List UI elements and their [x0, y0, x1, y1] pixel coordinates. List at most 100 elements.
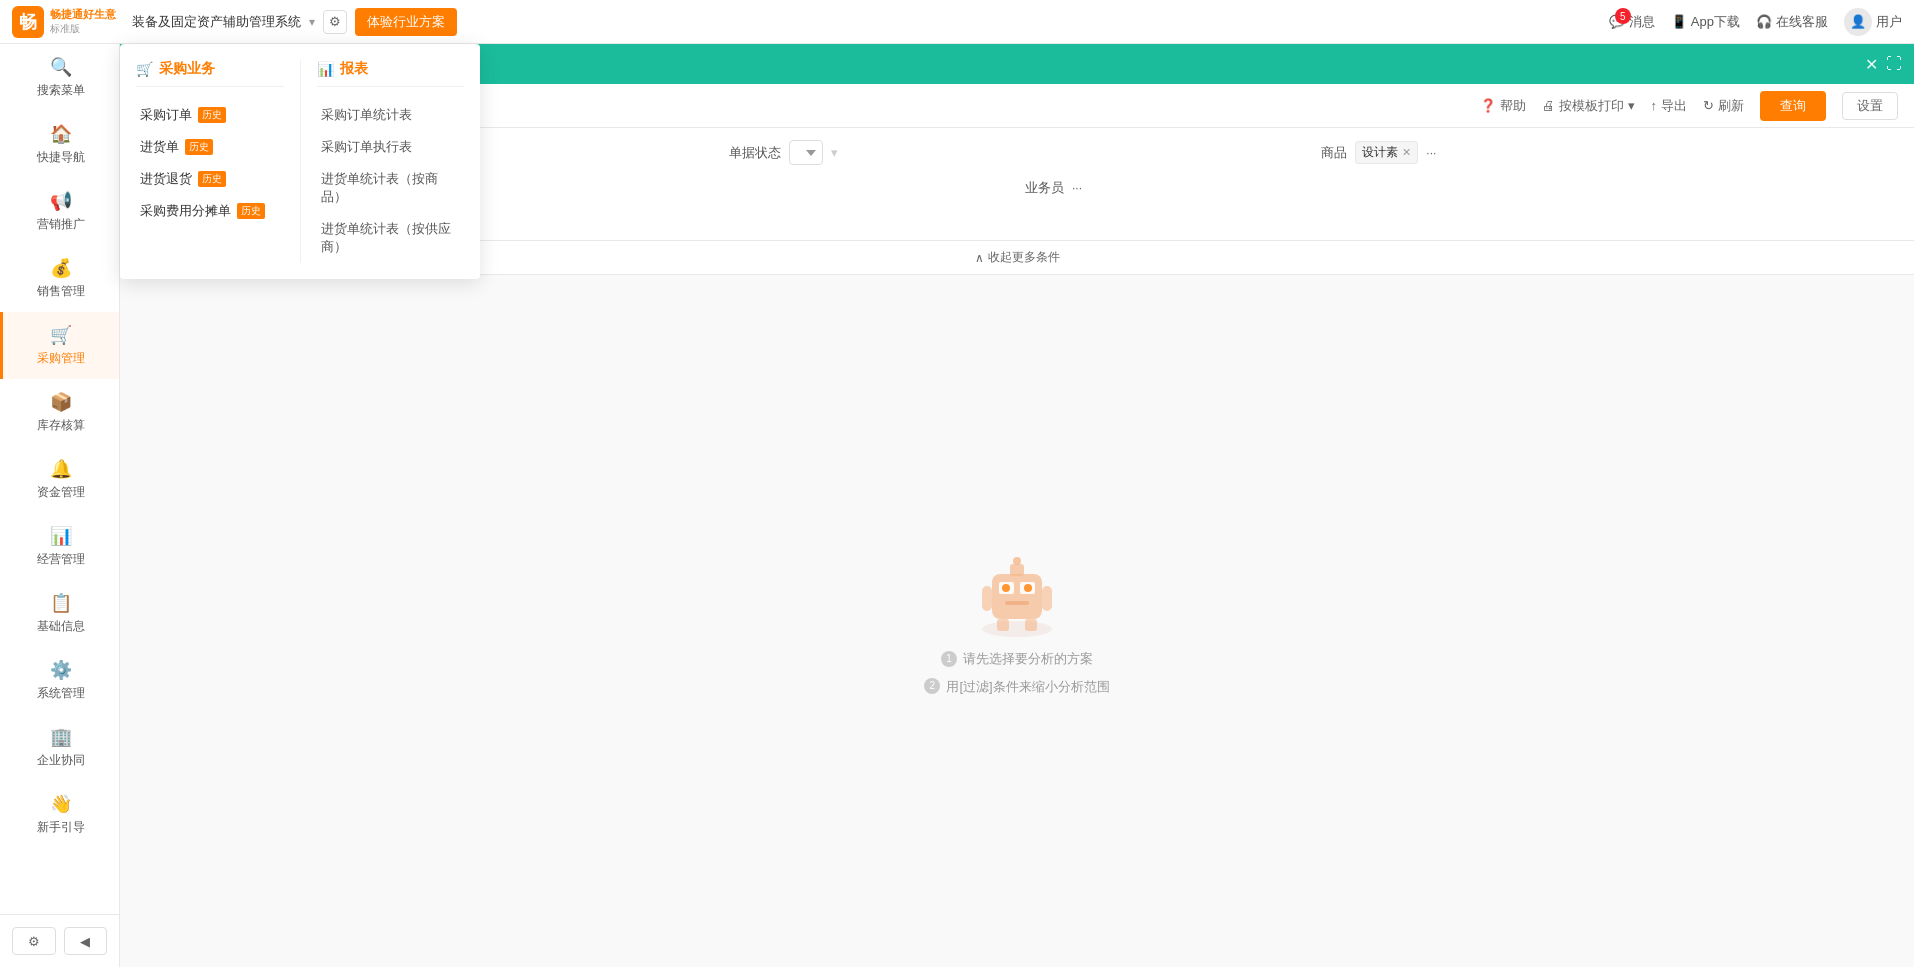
order-status-label: 单据状态 [729, 144, 781, 162]
menu-item-incoming-stats-goods[interactable]: 进货单统计表（按商品） [317, 163, 465, 213]
menu-item-purchase-order-stats[interactable]: 采购订单统计表 [317, 99, 465, 131]
sidebar-item-purchase[interactable]: 🛒 采购管理 [0, 312, 119, 379]
goods-tag-value: 设计素 [1362, 144, 1398, 161]
sidebar-item-sales[interactable]: 💰 销售管理 [0, 245, 119, 312]
svg-point-5 [1024, 584, 1032, 592]
purchase-order-history-badge: 历史 [198, 107, 226, 123]
help-label: 帮助 [1500, 97, 1526, 115]
sidebar-item-marketing[interactable]: 📢 营销推广 [0, 178, 119, 245]
app-download-action[interactable]: 📱 App下载 [1671, 13, 1740, 31]
menu-item-label-purchase-order: 采购订单 [140, 106, 192, 124]
svg-rect-10 [1042, 586, 1052, 611]
menu-item-purchase-expense[interactable]: 采购费用分摊单 历史 [136, 195, 284, 227]
collapse-label: 收起更多条件 [988, 249, 1060, 266]
purchase-col-title-text: 采购业务 [159, 60, 215, 78]
menu-item-purchase-order-exec[interactable]: 采购订单执行表 [317, 131, 465, 163]
sidebar-item-label-finance: 资金管理 [37, 484, 85, 501]
user-avatar: 👤 [1844, 8, 1872, 36]
finance-icon: 🔔 [50, 458, 72, 480]
tab-expand-btn[interactable]: ⛶ [1886, 55, 1902, 73]
incoming-return-history-badge: 历史 [198, 171, 226, 187]
sidebar-item-guide[interactable]: 👋 新手引导 [0, 781, 119, 848]
staff-filter-group: 业务员 ··· [1025, 179, 1898, 197]
collapse-button[interactable]: ∧ 收起更多条件 [975, 249, 1060, 266]
menu-item-label-incoming-stats-goods: 进货单统计表（按商品） [321, 170, 461, 206]
query-button[interactable]: 查询 [1760, 91, 1826, 121]
main-content: 1 请先选择要分析的方案 2 用[过滤]条件来缩小分析范围 [120, 275, 1914, 967]
user-action[interactable]: 👤 用户 [1844, 8, 1902, 36]
menu-item-purchase-order[interactable]: 采购订单 历史 [136, 99, 284, 131]
sidebar-item-enterprise[interactable]: 🏢 企业协同 [0, 714, 119, 781]
empty-illustration [967, 544, 1067, 644]
settings-button[interactable]: ⚙ [323, 10, 347, 34]
sales-icon: 💰 [50, 257, 72, 279]
sidebar-item-finance[interactable]: 🔔 资金管理 [0, 446, 119, 513]
system-title: 装备及固定资产辅助管理系统 [132, 13, 301, 31]
export-action[interactable]: ↑ 导出 [1651, 97, 1688, 115]
menu-item-label-incoming-return: 进货退货 [140, 170, 192, 188]
sidebar-item-operations[interactable]: 📊 经营管理 [0, 513, 119, 580]
report-col-title-text: 报表 [340, 60, 368, 78]
marketing-icon: 📢 [50, 190, 72, 212]
dropdown-arrow-icon[interactable]: ▾ [309, 15, 315, 29]
sidebar-item-inventory[interactable]: 📦 库存核算 [0, 379, 119, 446]
collapse-up-icon: ∧ [975, 251, 984, 265]
staff-label: 业务员 [1025, 179, 1064, 197]
staff-more-btn[interactable]: ··· [1072, 181, 1082, 195]
incoming-history-badge: 历史 [185, 139, 213, 155]
home-icon: 🏠 [50, 123, 72, 145]
basic-info-icon: 📋 [50, 592, 72, 614]
empty-hint-text-1: 请先选择要分析的方案 [963, 647, 1093, 670]
sidebar-item-basic-info[interactable]: 📋 基础信息 [0, 580, 119, 647]
svg-rect-1 [992, 574, 1042, 619]
purchase-col-icon: 🛒 [136, 61, 153, 77]
online-service-label: 在线客服 [1776, 13, 1828, 31]
menu-item-incoming-return[interactable]: 进货退货 历史 [136, 163, 284, 195]
menu-item-incoming-stats-supplier[interactable]: 进货单统计表（按供应商） [317, 213, 465, 263]
empty-hint-text-2: 用[过滤]条件来缩小分析范围 [946, 675, 1109, 698]
print-label: 按模板打印 [1559, 97, 1624, 115]
industry-btn[interactable]: 体验行业方案 [355, 8, 457, 36]
inventory-icon: 📦 [50, 391, 72, 413]
settings-button-toolbar[interactable]: 设置 [1842, 92, 1898, 120]
menu-item-label-incoming-stats-supplier: 进货单统计表（按供应商） [321, 220, 461, 256]
message-count-badge: 5 [1615, 8, 1631, 24]
top-header: 畅 畅捷通好生意 标准版 装备及固定资产辅助管理系统 ▾ ⚙ 体验行业方案 💬 … [0, 0, 1914, 44]
user-label: 用户 [1876, 13, 1902, 31]
message-badge-wrap: 💬 5 [1609, 14, 1625, 29]
refresh-action[interactable]: ↻ 刷新 [1703, 97, 1744, 115]
purchase-expense-history-badge: 历史 [237, 203, 265, 219]
sidebar-settings-btn[interactable]: ⚙ [12, 927, 56, 955]
header-right: 💬 5 消息 📱 App下载 🎧 在线客服 👤 用户 [1609, 8, 1902, 36]
sidebar-item-quick-nav[interactable]: 🏠 快捷导航 [0, 111, 119, 178]
goods-filter-group: 商品 设计素 ✕ ··· [1321, 141, 1898, 164]
sidebar-item-label-guide: 新手引导 [37, 819, 85, 836]
message-action[interactable]: 💬 5 消息 [1609, 13, 1655, 31]
sidebar-item-search[interactable]: 🔍 搜索菜单 [0, 44, 119, 111]
menu-item-label-incoming: 进货单 [140, 138, 179, 156]
print-dropdown-icon[interactable]: ▾ [1628, 98, 1635, 113]
print-action[interactable]: 🖨 按模板打印 ▾ [1542, 97, 1635, 115]
purchase-business-col: 🛒 采购业务 采购订单 历史 进货单 历史 进货退货 历史 采购费用分摊单 历史 [136, 60, 284, 263]
sidebar-item-system[interactable]: ⚙️ 系统管理 [0, 647, 119, 714]
goods-tag-close[interactable]: ✕ [1402, 146, 1411, 159]
sidebar-collapse-btn[interactable]: ◀ [64, 927, 108, 955]
phone-icon: 📱 [1671, 14, 1687, 29]
sidebar-item-label-system: 系统管理 [37, 685, 85, 702]
svg-rect-7 [1010, 564, 1024, 576]
message-label: 消息 [1629, 13, 1655, 31]
app-download-label: App下载 [1691, 13, 1740, 31]
purchase-dropdown-menu: 🛒 采购业务 采购订单 历史 进货单 历史 进货退货 历史 采购费用分摊单 历史 [120, 44, 480, 279]
order-status-select[interactable] [789, 140, 823, 165]
svg-rect-11 [997, 619, 1009, 631]
report-col-icon: 📊 [317, 61, 334, 77]
goods-more-btn[interactable]: ··· [1426, 146, 1436, 160]
help-action[interactable]: ❓ 帮助 [1480, 97, 1526, 115]
sidebar-item-label-purchase: 采购管理 [37, 350, 85, 367]
tab-close-btn[interactable]: ✕ [1865, 55, 1878, 74]
online-service-action[interactable]: 🎧 在线客服 [1756, 13, 1828, 31]
menu-item-incoming[interactable]: 进货单 历史 [136, 131, 284, 163]
refresh-label: 刷新 [1718, 97, 1744, 115]
sidebar: 🔍 搜索菜单 🏠 快捷导航 📢 营销推广 💰 销售管理 🛒 采购管理 📦 库存核… [0, 44, 120, 967]
system-icon: ⚙️ [50, 659, 72, 681]
